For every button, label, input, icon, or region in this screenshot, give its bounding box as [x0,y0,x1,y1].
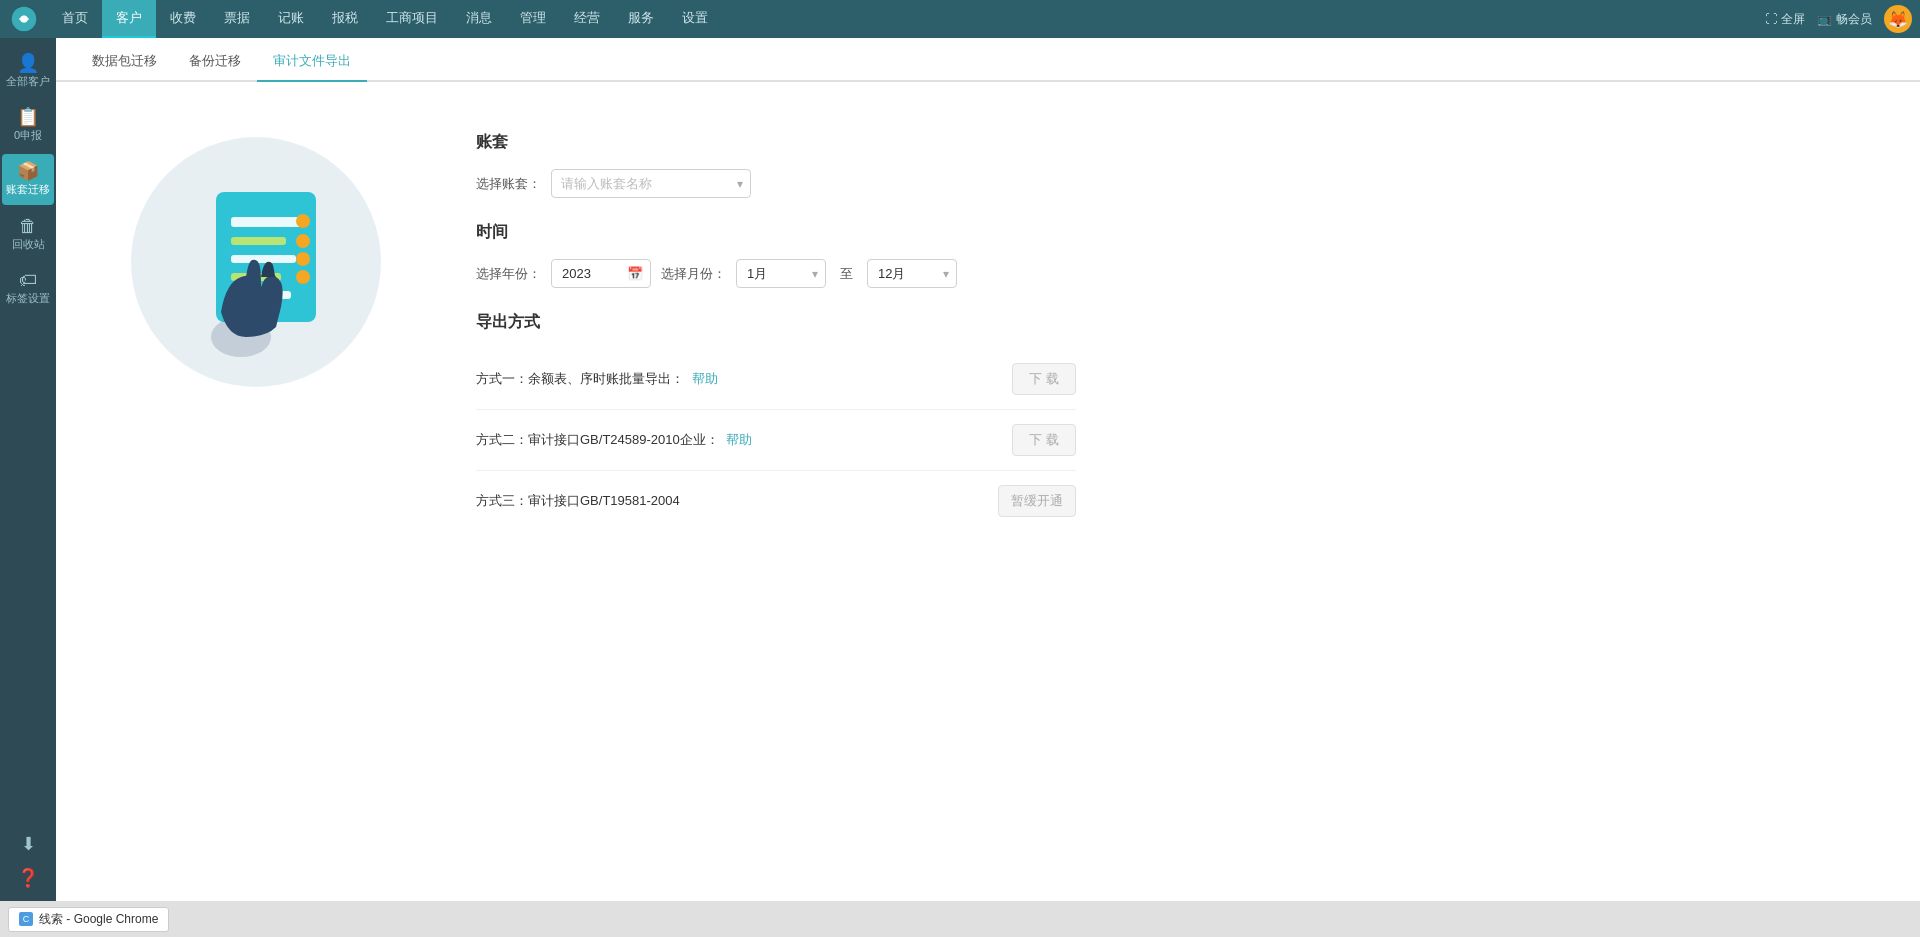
taskbar: C 线索 - Google Chrome [0,901,1920,937]
help-sidebar-icon[interactable]: ❓ [17,867,39,889]
nav-tax[interactable]: 报税 [318,0,372,38]
month-start-wrapper: 1月 2月 3月 4月 5月 6月 7月 8月 9月 10月 11月 12月 [736,259,826,288]
logo[interactable] [8,3,40,35]
export-method-2-label: 方式二：审计接口GB/T24589-2010企业： 帮助 [476,431,752,449]
separator: 至 [836,265,857,283]
sidebar: 👤 全部客户 📋 0申报 📦 账套迁移 🗑 回收站 🏷 标签设置 ⬇ ❓ [0,38,56,901]
sidebar-item-tag-settings[interactable]: 🏷 标签设置 [2,263,54,313]
illustration-area [116,122,396,402]
sidebar-item-zero-report[interactable]: 📋 0申报 [2,100,54,150]
sidebar-item-all-customers[interactable]: 👤 全部客户 [2,46,54,96]
nav-manage[interactable]: 管理 [506,0,560,38]
illustration-svg [156,152,356,372]
nav-settings[interactable]: 设置 [668,0,722,38]
nav-bookkeeping[interactable]: 记账 [264,0,318,38]
svg-point-11 [296,270,310,284]
sidebar-item-recycle[interactable]: 🗑 回收站 [2,209,54,259]
top-nav-items: 首页 客户 收费 票据 记账 报税 工商项目 消息 管理 经营 服务 设置 [48,0,1765,38]
account-select-wrapper: 请输入账套名称 ▾ [551,169,751,198]
tab-backup-migration[interactable]: 备份迁移 [173,42,257,82]
svg-point-10 [296,252,310,266]
year-input-wrapper: 📅 [551,259,651,288]
vip-icon: 📺 [1817,12,1832,26]
taskbar-chrome-item[interactable]: C 线索 - Google Chrome [8,907,169,932]
account-select-label: 选择账套： [476,175,541,193]
layout: 👤 全部客户 📋 0申报 📦 账套迁移 🗑 回收站 🏷 标签设置 ⬇ ❓ 数据包… [0,38,1920,901]
export-method-1-download-button[interactable]: 下 载 [1012,363,1076,395]
tab-data-migration[interactable]: 数据包迁移 [76,42,173,82]
sidebar-label-recycle: 回收站 [12,238,45,251]
account-select[interactable] [551,169,751,198]
taskbar-item-label: 线索 - Google Chrome [39,911,158,928]
sidebar-label-migration: 账套迁移 [6,183,50,196]
year-input[interactable] [551,259,651,288]
month-label: 选择月份： [661,265,726,283]
export-method-2: 方式二：审计接口GB/T24589-2010企业： 帮助 下 载 [476,410,1076,471]
month-end-wrapper: 1月 2月 3月 4月 5月 6月 7月 8月 9月 10月 11月 12月 [867,259,957,288]
nav-invoice[interactable]: 票据 [210,0,264,38]
export-method-2-download-button[interactable]: 下 载 [1012,424,1076,456]
sidebar-label-customers: 全部客户 [6,75,50,88]
account-section-title: 账套 [476,132,1076,153]
fullscreen-label: 全屏 [1781,11,1805,28]
nav-business[interactable]: 工商项目 [372,0,452,38]
top-nav-right: ⛶ 全屏 📺 畅会员 🦊 [1765,5,1912,33]
illustration-circle [131,137,381,387]
export-method-3: 方式三：审计接口GB/T19581-2004 暂缓开通 [476,471,1076,531]
svg-point-1 [21,16,28,23]
sidebar-item-account-migration[interactable]: 📦 账套迁移 [2,154,54,204]
svg-rect-3 [231,217,301,227]
export-method-1-label: 方式一：余额表、序时账批量导出： 帮助 [476,370,718,388]
chrome-icon: C [19,912,33,926]
nav-billing[interactable]: 收费 [156,0,210,38]
export-section: 导出方式 方式一：余额表、序时账批量导出： 帮助 下 载 方式二：审计接口GB/… [476,312,1076,531]
migration-icon: 📦 [17,162,39,180]
svg-rect-4 [231,237,286,245]
tag-icon: 🏷 [19,271,37,289]
account-form-row: 选择账套： 请输入账套名称 ▾ [476,169,1076,198]
tab-bar: 数据包迁移 备份迁移 审计文件导出 [56,38,1920,82]
sidebar-bottom: ⬇ ❓ [17,833,39,889]
page-body: 账套 选择账套： 请输入账套名称 ▾ 时间 选择年份： [56,82,1920,901]
export-method-3-label: 方式三：审计接口GB/T19581-2004 [476,492,680,510]
customers-icon: 👤 [17,54,39,72]
sidebar-label-tags: 标签设置 [6,292,50,305]
top-nav: 首页 客户 收费 票据 记账 报税 工商项目 消息 管理 经营 服务 设置 ⛶ … [0,0,1920,38]
svg-rect-5 [231,255,296,263]
fullscreen-icon: ⛶ [1765,12,1777,26]
export-method-2-help[interactable]: 帮助 [726,432,752,447]
time-section-title: 时间 [476,222,1076,243]
year-label: 选择年份： [476,265,541,283]
export-method-3-coming-soon-button: 暂缓开通 [998,485,1076,517]
export-method-1: 方式一：余额表、序时账批量导出： 帮助 下 载 [476,349,1076,410]
sidebar-label-zero-report: 0申报 [14,129,42,142]
nav-message[interactable]: 消息 [452,0,506,38]
download-sidebar-icon[interactable]: ⬇ [21,833,36,855]
form-area: 账套 选择账套： 请输入账套名称 ▾ 时间 选择年份： [476,122,1076,531]
month-start-select[interactable]: 1月 2月 3月 4月 5月 6月 7月 8月 9月 10月 11月 12月 [736,259,826,288]
time-form-row: 选择年份： 📅 选择月份： 1月 2月 3月 4月 5月 6月 [476,259,1076,288]
vip-button[interactable]: 📺 畅会员 [1817,11,1872,28]
nav-operation[interactable]: 经营 [560,0,614,38]
export-section-title: 导出方式 [476,312,1076,333]
nav-home[interactable]: 首页 [48,0,102,38]
zero-report-icon: 📋 [17,108,39,126]
nav-service[interactable]: 服务 [614,0,668,38]
fullscreen-button[interactable]: ⛶ 全屏 [1765,11,1805,28]
vip-label: 畅会员 [1836,11,1872,28]
main-content: 数据包迁移 备份迁移 审计文件导出 [56,38,1920,901]
tab-audit-export[interactable]: 审计文件导出 [257,42,367,82]
export-method-1-help[interactable]: 帮助 [692,371,718,386]
svg-point-9 [296,234,310,248]
avatar[interactable]: 🦊 [1884,5,1912,33]
nav-customer[interactable]: 客户 [102,0,156,38]
month-end-select[interactable]: 1月 2月 3月 4月 5月 6月 7月 8月 9月 10月 11月 12月 [867,259,957,288]
recycle-icon: 🗑 [19,217,37,235]
svg-point-8 [296,214,310,228]
